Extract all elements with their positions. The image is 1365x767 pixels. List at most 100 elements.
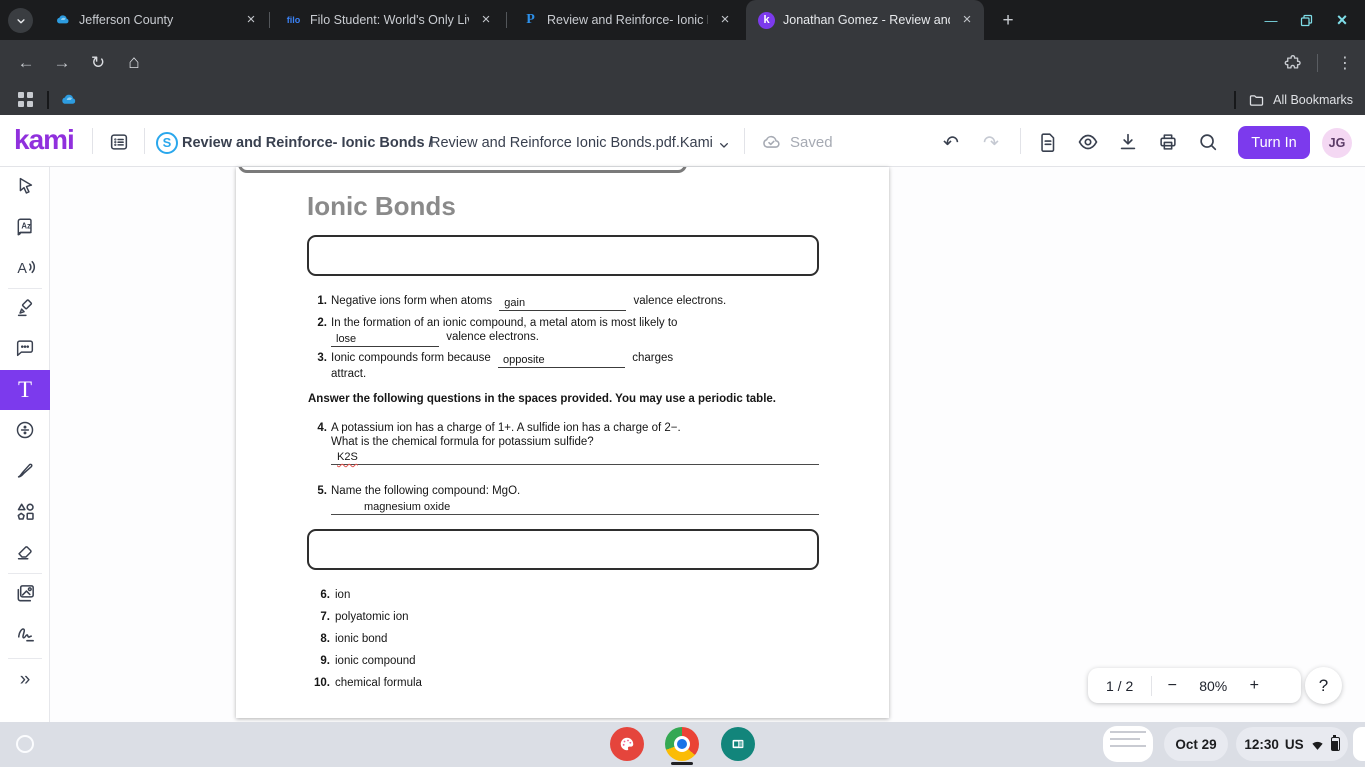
tab-title: Jonathan Gomez - Review and	[783, 13, 950, 27]
all-bookmarks-button[interactable]: All Bookmarks	[1248, 85, 1353, 115]
folder-icon	[1249, 94, 1264, 106]
reload-icon[interactable]: ↻	[84, 49, 112, 77]
chrome-app-icon[interactable]	[665, 727, 699, 761]
tab-filo-student[interactable]: filo Filo Student: World's Only Live I ×	[273, 0, 503, 40]
tab-separator	[269, 12, 270, 28]
corner-widget[interactable]	[1353, 727, 1365, 761]
term-row: 7. polyatomic ion	[302, 611, 408, 623]
answer-line[interactable]: K2S	[331, 451, 819, 465]
tab-title: Filo Student: World's Only Live I	[310, 13, 469, 27]
new-tab-button[interactable]: +	[995, 8, 1021, 34]
fill-in-blank[interactable]: opposite	[498, 354, 626, 368]
comment-icon[interactable]	[13, 336, 37, 360]
select-cursor-icon[interactable]	[13, 174, 37, 198]
insert-image-icon[interactable]	[13, 581, 37, 605]
shapes-tool-icon[interactable]	[13, 499, 37, 523]
typed-answer[interactable]: gain	[499, 297, 626, 311]
extensions-puzzle-icon[interactable]	[1280, 50, 1306, 76]
term-number: 6.	[320, 589, 330, 601]
tab-jefferson-county[interactable]: Jefferson County ×	[42, 0, 268, 40]
question-4: 4. A potassium ion has a charge of 1+. A…	[317, 422, 851, 465]
answer-box-1[interactable]	[307, 235, 819, 276]
typed-answer[interactable]: opposite	[498, 354, 625, 368]
close-tab-icon[interactable]: ×	[242, 11, 260, 29]
tab-search-button[interactable]	[8, 8, 33, 33]
tab-title: Jefferson County	[79, 13, 174, 27]
fill-in-blank[interactable]: lose	[331, 333, 439, 347]
news-app-icon[interactable]	[721, 727, 755, 761]
zoom-in-button[interactable]: +	[1234, 677, 1274, 695]
outline-menu-icon[interactable]	[107, 130, 131, 154]
home-icon[interactable]: ⌂	[120, 49, 148, 77]
typed-answer[interactable]: lose	[331, 333, 439, 347]
redo-icon[interactable]: ↷	[978, 130, 1004, 156]
print-icon[interactable]	[1156, 130, 1180, 154]
typed-answer[interactable]: K2S	[331, 451, 358, 463]
term-row: 8. ionic bond	[302, 633, 387, 645]
question-text: A potassium ion has a charge of 1+. A su…	[331, 422, 681, 434]
close-tab-icon[interactable]: ×	[716, 11, 734, 29]
tab-title: Review and Reinforce- Ionic Bo	[547, 13, 708, 27]
close-tab-icon[interactable]: ×	[477, 11, 495, 29]
cloud-check-icon	[763, 135, 780, 148]
canvas-app-icon[interactable]	[610, 727, 644, 761]
question-text: What is the chemical formula for potassi…	[331, 435, 594, 448]
close-tab-icon[interactable]: ×	[958, 11, 976, 29]
class-breadcrumb[interactable]: Review and Reinforce- Ionic Bonds /	[182, 135, 433, 151]
launcher-button[interactable]	[16, 735, 34, 753]
fill-in-blank[interactable]: gain	[499, 297, 627, 311]
question-text: In the formation of an ionic compound, a…	[331, 317, 678, 329]
toolbar-separator	[1317, 54, 1318, 72]
cutoff-answer-box	[238, 167, 687, 173]
minimize-window-icon[interactable]: —	[1259, 9, 1281, 31]
apps-grid-icon[interactable]	[18, 92, 34, 108]
bookmark-cloud-icon[interactable]	[60, 91, 78, 109]
document-page: Ionic Bonds 1. Negative ions form when a…	[236, 167, 889, 718]
page-indicator: 1 / 2	[1106, 677, 1134, 694]
equation-tool-icon[interactable]	[13, 418, 37, 442]
signature-icon[interactable]	[13, 621, 37, 645]
close-window-icon[interactable]: ×	[1331, 9, 1353, 31]
wifi-icon	[1312, 741, 1323, 750]
kami-logo[interactable]: kami	[14, 124, 75, 156]
undo-icon[interactable]: ↶	[938, 130, 964, 156]
tab-active-kami[interactable]: k Jonathan Gomez - Review and ×	[746, 0, 984, 40]
help-button[interactable]: ?	[1305, 667, 1342, 704]
answer-box-2[interactable]	[307, 529, 819, 570]
question-text: Ionic compounds form because	[331, 352, 491, 364]
pages-panel-icon[interactable]	[1036, 130, 1060, 154]
zoom-out-button[interactable]: −	[1152, 677, 1192, 695]
holding-space-thumbnail[interactable]	[1103, 726, 1153, 762]
back-icon[interactable]: ←	[12, 49, 40, 77]
read-aloud-icon[interactable]: A	[13, 255, 37, 279]
dictionary-icon[interactable]: Az	[13, 215, 37, 239]
powerschool-favicon-icon: P	[526, 12, 535, 27]
term-text: ion	[335, 589, 351, 601]
text-tool-selected[interactable]: T	[0, 370, 50, 410]
clock-label: 12:30	[1244, 736, 1279, 752]
forward-icon[interactable]: →	[48, 49, 76, 77]
browser-toolbar: ← → ↻ ⌂ web.kamihq.com/web/viewer.html?s…	[0, 40, 1365, 119]
expand-sidebar-icon[interactable]: »	[13, 668, 37, 692]
view-eye-icon[interactable]	[1076, 130, 1100, 154]
tab-review-reinforce[interactable]: P Review and Reinforce- Ionic Bo ×	[510, 0, 742, 40]
download-icon[interactable]	[1116, 130, 1140, 154]
restore-window-icon[interactable]	[1295, 9, 1317, 31]
date-pill[interactable]: Oct 29	[1164, 727, 1228, 761]
toolbar-separator	[744, 128, 745, 154]
viewer-area: Az A T » Ionic Bonds 1. Negative ions fo…	[0, 167, 1365, 722]
status-tray[interactable]: 12:30 US	[1236, 727, 1348, 761]
highlighter-icon[interactable]	[13, 296, 37, 320]
file-chevron-down-icon[interactable]	[716, 137, 734, 155]
typed-answer[interactable]: magnesium oxide	[331, 501, 450, 513]
search-icon[interactable]	[1196, 130, 1220, 154]
turn-in-button[interactable]: Turn In	[1238, 126, 1310, 159]
browser-menu-icon[interactable]: ⋮	[1332, 50, 1358, 76]
document-file-name[interactable]: Review and Reinforce Ionic Bonds.pdf.Kam…	[430, 135, 713, 151]
avatar[interactable]: JG	[1322, 128, 1352, 158]
chevron-down-icon	[16, 18, 25, 23]
drawing-brush-icon[interactable]	[13, 458, 37, 482]
answer-line[interactable]: magnesium oxide	[331, 501, 819, 515]
eraser-icon[interactable]	[13, 539, 37, 563]
date-label: Oct 29	[1175, 736, 1217, 752]
